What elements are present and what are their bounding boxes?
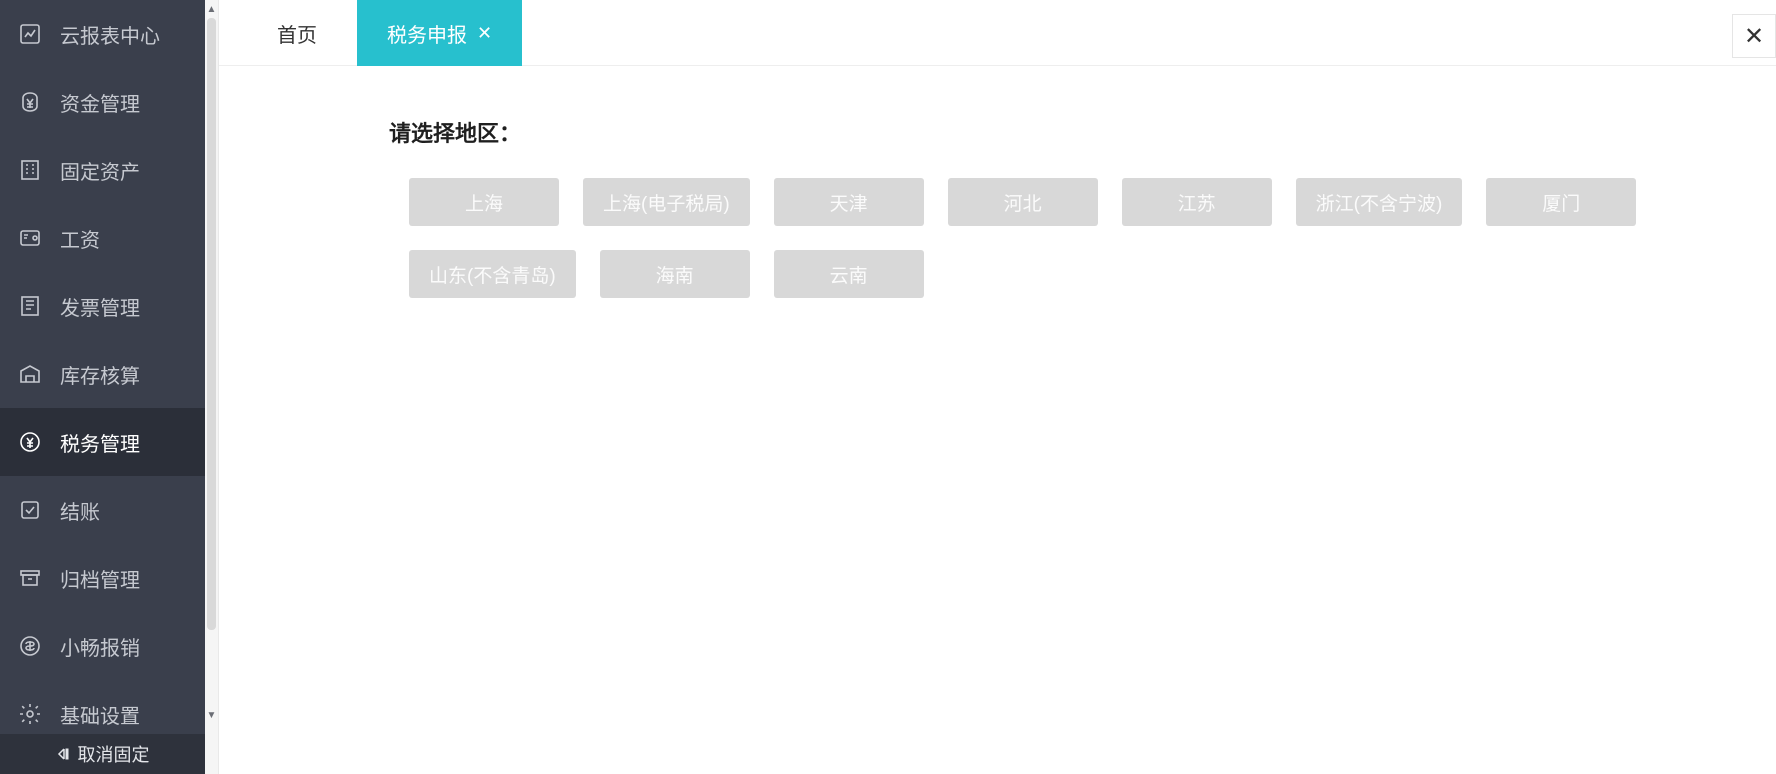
scroll-track[interactable] — [207, 18, 216, 630]
region-button[interactable]: 浙江(不含宁波) — [1296, 178, 1463, 226]
salary-icon — [18, 226, 42, 250]
sidebar-item-funds[interactable]: 资金管理 — [0, 68, 205, 136]
sidebar-item-label: 库存核算 — [60, 360, 140, 389]
tab-home[interactable]: 首页 — [247, 0, 347, 66]
sidebar-item-reimburse[interactable]: 小畅报销 — [0, 612, 205, 680]
sidebar-item-invoice[interactable]: 发票管理 — [0, 272, 205, 340]
tax-icon — [18, 430, 42, 454]
scroll-down-arrow[interactable]: ▼ — [205, 710, 218, 722]
chart-icon — [18, 22, 42, 46]
close-all-button[interactable]: ✕ — [1732, 14, 1776, 58]
region-button[interactable]: 上海 — [409, 178, 559, 226]
region-button[interactable]: 山东(不含青岛) — [409, 250, 576, 298]
region-button[interactable]: 海南 — [600, 250, 750, 298]
sidebar-item-archive[interactable]: 归档管理 — [0, 544, 205, 612]
region-button[interactable]: 天津 — [774, 178, 924, 226]
sidebar-items: 云报表中心 资金管理 固定资产 工资 发票管理 — [0, 0, 205, 734]
sidebar-scroll-column: ▲ ▼ — [205, 0, 219, 774]
sidebar-footer-label: 取消固定 — [78, 741, 150, 767]
money-icon — [18, 90, 42, 114]
sidebar-item-salary[interactable]: 工资 — [0, 204, 205, 272]
region-button[interactable]: 河北 — [948, 178, 1098, 226]
close-icon[interactable]: ✕ — [477, 24, 492, 42]
tab-tax-filing[interactable]: 税务申报 ✕ — [357, 0, 522, 66]
sidebar-item-label: 归档管理 — [60, 564, 140, 593]
tab-label: 税务申报 — [387, 19, 467, 48]
archive-icon — [18, 566, 42, 590]
content-panel: 请选择地区： 上海上海(电子税局) 天津河北江苏浙江(不含宁波) 厦门山东(不含青岛… — [279, 66, 1776, 774]
sidebar-item-label: 资金管理 — [60, 88, 140, 117]
sidebar-item-label: 云报表中心 — [60, 20, 160, 49]
region-button[interactable]: 厦门 — [1486, 178, 1636, 226]
sidebar-item-label: 基础设置 — [60, 700, 140, 729]
tab-bar: 首页 税务申报 ✕ ✕ — [219, 0, 1776, 66]
collapse-icon — [56, 746, 72, 762]
reimburse-icon — [18, 634, 42, 658]
sidebar-item-closing[interactable]: 结账 — [0, 476, 205, 544]
sidebar-item-label: 税务管理 — [60, 428, 140, 457]
sidebar-item-settings[interactable]: 基础设置 — [0, 680, 205, 734]
close-icon: ✕ — [1744, 22, 1764, 51]
building-icon — [18, 158, 42, 182]
sidebar-item-label: 小畅报销 — [60, 632, 140, 661]
sidebar-item-fixed-assets[interactable]: 固定资产 — [0, 136, 205, 204]
sidebar-item-label: 工资 — [60, 224, 100, 253]
invoice-icon — [18, 294, 42, 318]
warehouse-icon — [18, 362, 42, 386]
sidebar-item-label: 固定资产 — [60, 156, 140, 185]
region-grid: 上海上海(电子税局) 天津河北江苏浙江(不含宁波) 厦门山东(不含青岛) 海南云南 — [389, 178, 1676, 298]
sidebar-item-label: 发票管理 — [60, 292, 140, 321]
region-button[interactable]: 云南 — [774, 250, 924, 298]
settings-icon — [18, 702, 42, 726]
sidebar-item-label: 结账 — [60, 496, 100, 525]
sidebar-unpin-button[interactable]: 取消固定 — [0, 734, 205, 774]
region-button[interactable]: 上海(电子税局) — [583, 178, 750, 226]
sidebar-item-inventory[interactable]: 库存核算 — [0, 340, 205, 408]
tab-label: 首页 — [277, 19, 317, 48]
select-region-title: 请选择地区： — [389, 116, 1676, 148]
sidebar-item-cloud-report[interactable]: 云报表中心 — [0, 0, 205, 68]
main-area: 首页 税务申报 ✕ ✕ 请选择地区： 上海上海(电子税局) 天津河北江苏浙江(不含… — [219, 0, 1776, 774]
sidebar: 云报表中心 资金管理 固定资产 工资 发票管理 — [0, 0, 205, 774]
sidebar-item-tax[interactable]: 税务管理 — [0, 408, 205, 476]
scroll-up-arrow[interactable]: ▲ — [205, 4, 218, 16]
checkout-icon — [18, 498, 42, 522]
region-button[interactable]: 江苏 — [1122, 178, 1272, 226]
